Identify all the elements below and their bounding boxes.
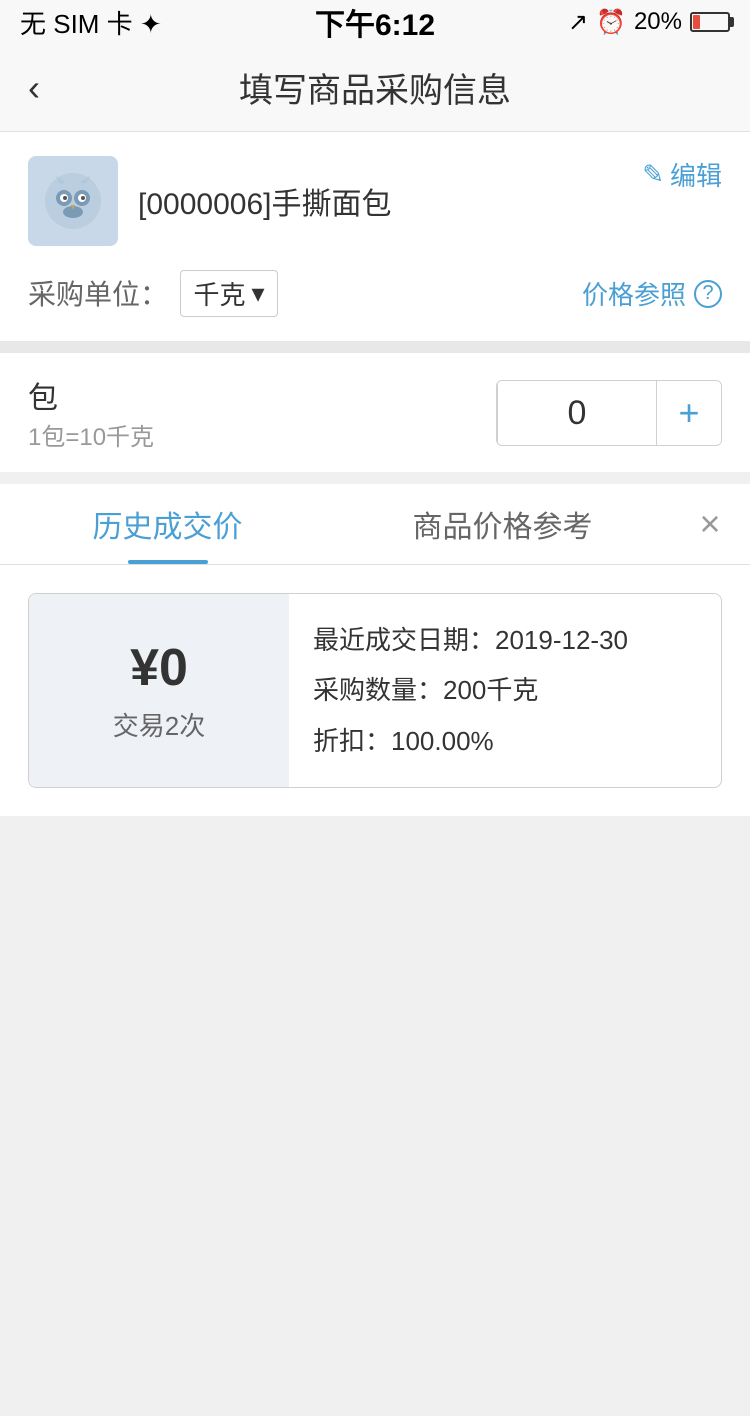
product-left: [0000006]手撕面包 bbox=[28, 156, 391, 246]
price-symbol: ¥ bbox=[130, 639, 159, 697]
status-bar: 无 SIM 卡 ✦ 下午6:12 ↗ ⏰ 20% bbox=[0, 0, 750, 44]
price-number: 0 bbox=[159, 639, 188, 697]
battery-percent: 20% bbox=[634, 8, 682, 36]
history-trades-label: 交易2次 bbox=[113, 706, 205, 743]
status-time: 下午6:12 bbox=[315, 0, 435, 44]
tab-product-price-ref[interactable]: 商品价格参考 bbox=[335, 484, 670, 564]
detail-qty-value: 200千克 bbox=[443, 675, 538, 705]
history-detail-discount: 折扣：100.00% bbox=[313, 723, 697, 759]
product-name: [0000006]手撕面包 bbox=[138, 179, 391, 223]
history-detail-quantity: 采购数量：200千克 bbox=[313, 672, 697, 708]
tabs-close-button[interactable]: × bbox=[670, 484, 750, 564]
quantity-control: 0 + bbox=[496, 380, 722, 446]
nav-bar: ‹ 填写商品采购信息 bbox=[0, 44, 750, 132]
alarm-icon: ⏰ bbox=[596, 8, 626, 37]
product-unit-row: 采购单位： 千克 ▾ 价格参照 ? bbox=[28, 270, 722, 317]
price-reference-button[interactable]: 价格参照 ? bbox=[582, 275, 722, 312]
carrier-text: 无 SIM 卡 ✦ bbox=[20, 4, 162, 41]
quantity-plus-button[interactable]: + bbox=[657, 381, 721, 445]
edit-label: 编辑 bbox=[670, 156, 722, 193]
back-button[interactable]: ‹ bbox=[28, 67, 40, 109]
unit-label-group: 采购单位： 千克 ▾ bbox=[28, 270, 278, 317]
page-title: 填写商品采购信息 bbox=[239, 63, 511, 112]
product-image bbox=[28, 156, 118, 246]
detail-qty-key: 采购数量： bbox=[313, 675, 443, 705]
quantity-row: 包 1包=10千克 0 + bbox=[0, 353, 750, 472]
quantity-conversion: 1包=10千克 bbox=[28, 417, 154, 452]
history-content: ¥0 交易2次 最近成交日期：2019-12-30 采购数量：200千克 折扣：… bbox=[0, 565, 750, 816]
battery-icon bbox=[690, 12, 730, 32]
tab-history-label: 历史成交价 bbox=[93, 502, 243, 546]
edit-button[interactable]: ✎ 编辑 bbox=[642, 156, 722, 193]
detail-date-key: 最近成交日期： bbox=[313, 625, 495, 655]
history-details-panel: 最近成交日期：2019-12-30 采购数量：200千克 折扣：100.00% bbox=[289, 594, 721, 787]
quantity-label: 包 1包=10千克 bbox=[28, 373, 154, 452]
tab-product-label: 商品价格参考 bbox=[413, 502, 593, 546]
detail-date-value: 2019-12-30 bbox=[495, 625, 628, 655]
bottom-area bbox=[0, 816, 750, 1416]
unit-arrow-icon: ▾ bbox=[251, 278, 264, 309]
location-icon: ↗ bbox=[568, 8, 588, 37]
edit-icon: ✎ bbox=[642, 159, 664, 190]
price-ref-label: 价格参照 bbox=[582, 275, 686, 312]
help-icon: ? bbox=[694, 280, 722, 308]
history-price-value: ¥0 bbox=[130, 638, 188, 698]
unit-value: 千克 bbox=[193, 275, 245, 312]
quantity-value: 0 bbox=[497, 381, 657, 445]
quantity-unit-name: 包 bbox=[28, 373, 154, 417]
history-card: ¥0 交易2次 最近成交日期：2019-12-30 采购数量：200千克 折扣：… bbox=[28, 593, 722, 788]
detail-discount-key: 折扣： bbox=[313, 726, 391, 756]
history-detail-date: 最近成交日期：2019-12-30 bbox=[313, 622, 697, 658]
tabs-container: 历史成交价 商品价格参考 × bbox=[0, 484, 750, 565]
status-right-group: ↗ ⏰ 20% bbox=[568, 8, 730, 37]
product-header: [0000006]手撕面包 ✎ 编辑 bbox=[28, 156, 722, 246]
tab-history-price[interactable]: 历史成交价 bbox=[0, 484, 335, 564]
battery-fill bbox=[693, 15, 700, 29]
product-card: [0000006]手撕面包 ✎ 编辑 采购单位： 千克 ▾ 价格参照 ? bbox=[0, 132, 750, 341]
section-divider bbox=[0, 341, 750, 353]
tabs-row: 历史成交价 商品价格参考 × bbox=[0, 484, 750, 564]
unit-select-dropdown[interactable]: 千克 ▾ bbox=[180, 270, 277, 317]
unit-label: 采购单位： bbox=[28, 279, 168, 310]
detail-discount-value: 100.00% bbox=[391, 726, 494, 756]
history-price-panel: ¥0 交易2次 bbox=[29, 594, 289, 787]
